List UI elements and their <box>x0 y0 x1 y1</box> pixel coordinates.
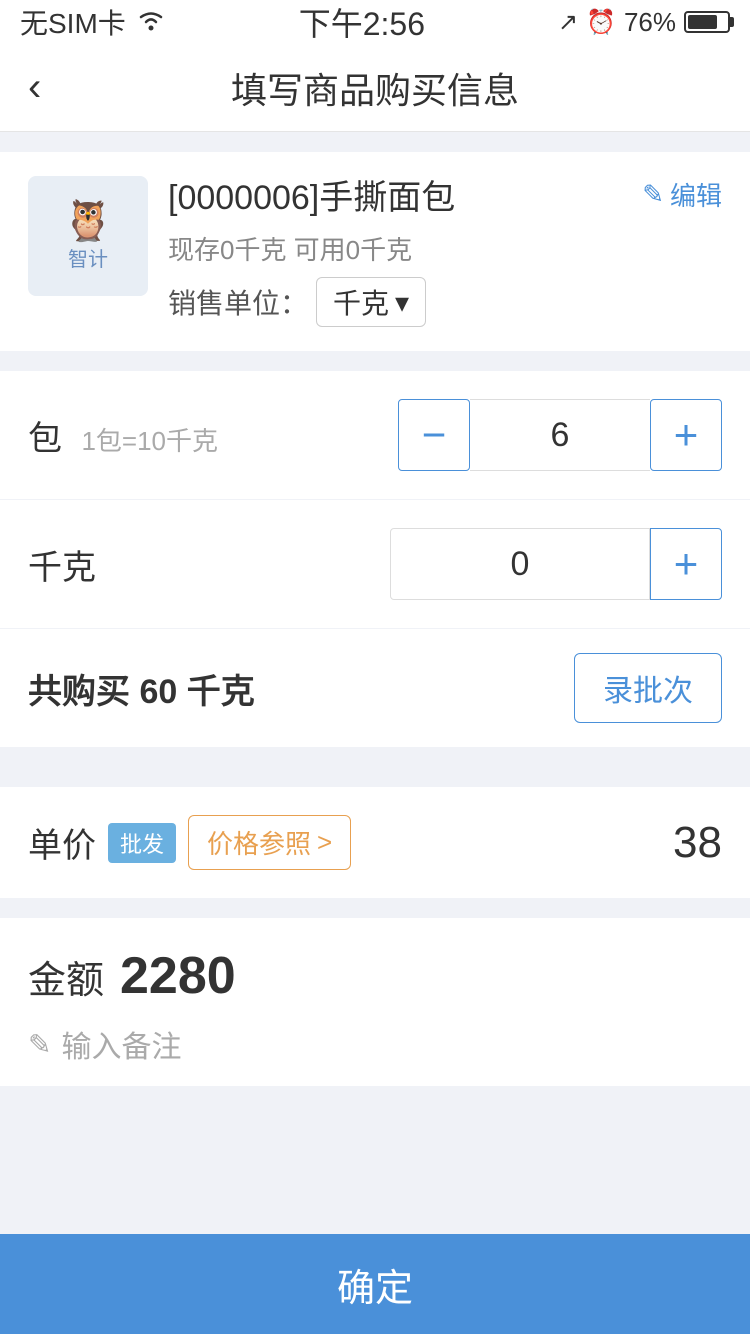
kg-stepper: + <box>390 528 722 600</box>
amount-section: 金额 2280 ✎ 输入备注 <box>0 918 750 1086</box>
amount-label: 金额 <box>28 949 104 1004</box>
edit-icon: ✎ <box>642 179 664 210</box>
package-input-row: 包 1包=10千克 − + <box>0 371 750 500</box>
price-ref-button[interactable]: 价格参照 > <box>188 815 351 870</box>
product-name: [0000006]手撕面包 <box>168 176 722 220</box>
remark-row[interactable]: ✎ 输入备注 <box>28 1022 722 1066</box>
dropdown-icon: ▾ <box>395 286 409 319</box>
package-label: 包 1包=10千克 <box>28 411 398 460</box>
total-text: 共购买 60 千克 <box>28 664 255 713</box>
battery-icon <box>684 11 730 33</box>
total-quantity: 60 <box>139 673 177 711</box>
confirm-button[interactable]: 确定 <box>0 1234 750 1334</box>
unit-label: 销售单位： <box>168 282 308 322</box>
nav-bar: ‹ 填写商品购买信息 <box>0 44 750 132</box>
price-label-group: 单价 批发 价格参照 > <box>28 815 351 870</box>
amount-value: 2280 <box>120 946 236 1006</box>
status-indicators: ↗ ⏰ 76% <box>558 7 730 38</box>
package-hint: 1包=10千克 <box>81 426 218 456</box>
price-value: 38 <box>673 818 722 868</box>
package-input[interactable] <box>470 399 650 471</box>
unit-select[interactable]: 千克 ▾ <box>316 277 426 327</box>
package-stepper: − + <box>398 399 722 471</box>
product-thumbnail: 🦉 智计 <box>28 176 148 296</box>
remark-placeholder: 输入备注 <box>61 1022 181 1066</box>
kg-plus-button[interactable]: + <box>650 528 722 600</box>
edit-label: 编辑 <box>670 176 722 213</box>
status-bar: 无SIM卡 下午2:56 ↗ ⏰ 76% <box>0 0 750 44</box>
price-label: 单价 <box>28 818 96 867</box>
separator-2 <box>0 747 750 767</box>
record-batch-button[interactable]: 录批次 <box>574 653 722 723</box>
price-ref-label: 价格参照 <box>207 824 311 861</box>
product-card: 🦉 智计 [0000006]手撕面包 现存0千克 可用0千克 销售单位： 千克 … <box>0 152 750 351</box>
package-input-section: 包 1包=10千克 − + 千克 + <box>0 371 750 629</box>
price-section: 单价 批发 价格参照 > 38 <box>0 787 750 898</box>
product-stock: 现存0千克 可用0千克 <box>168 230 722 267</box>
edit-button[interactable]: ✎ 编辑 <box>642 176 722 213</box>
price-row: 单价 批发 价格参照 > 38 <box>28 815 722 870</box>
owl-icon: 🦉 <box>63 201 113 241</box>
product-unit-row: 销售单位： 千克 ▾ <box>168 277 722 327</box>
separator-1 <box>0 351 750 371</box>
page-title: 填写商品购买信息 <box>231 62 519 114</box>
alarm-icon: ⏰ <box>586 8 616 37</box>
back-button[interactable]: ‹ <box>28 65 41 110</box>
bottom-spacer <box>0 1086 750 1206</box>
total-row: 共购买 60 千克 录批次 <box>0 629 750 747</box>
owl-label: 智计 <box>68 243 108 272</box>
kg-label: 千克 <box>28 540 390 589</box>
pencil-icon: ✎ <box>28 1028 51 1061</box>
kg-input[interactable] <box>390 528 650 600</box>
wifi-icon <box>136 6 166 38</box>
gps-icon: ↗ <box>558 8 578 37</box>
status-time: 下午2:56 <box>299 0 425 45</box>
carrier-text: 无SIM卡 <box>20 2 126 42</box>
status-carrier: 无SIM卡 <box>20 2 166 42</box>
product-info: [0000006]手撕面包 现存0千克 可用0千克 销售单位： 千克 ▾ <box>168 176 722 327</box>
amount-row: 金额 2280 <box>28 946 722 1006</box>
battery-percent: 76% <box>624 7 676 38</box>
price-tag: 批发 <box>108 823 176 863</box>
package-minus-button[interactable]: − <box>398 399 470 471</box>
price-ref-icon: > <box>317 827 332 858</box>
kg-input-row: 千克 + <box>0 500 750 629</box>
package-plus-button[interactable]: + <box>650 399 722 471</box>
